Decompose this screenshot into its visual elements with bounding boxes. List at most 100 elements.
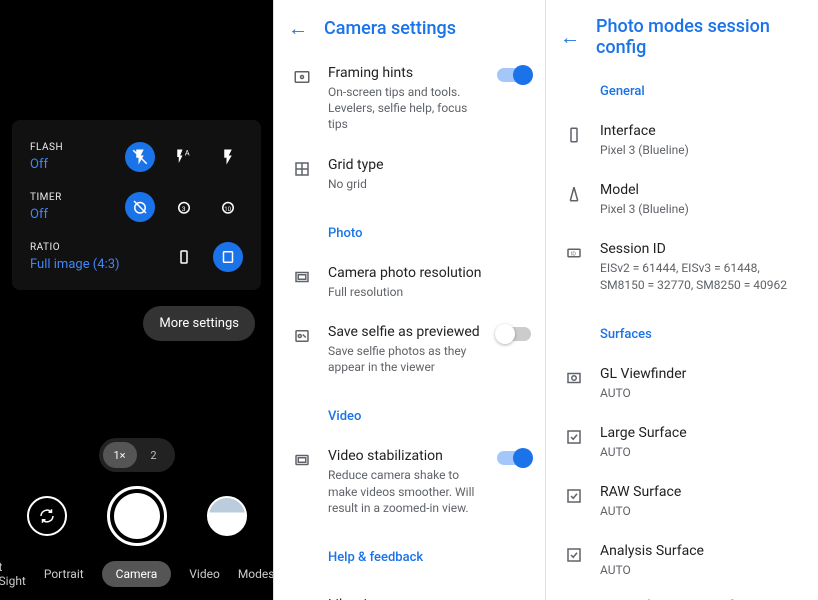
section-video: Video <box>274 395 545 436</box>
mode-modes[interactable]: Modes <box>238 567 275 581</box>
stab-sub: Reduce camera shake to make videos smoot… <box>328 467 481 516</box>
analysis-note: Required for work GL Viewfinder, motion-… <box>546 591 817 600</box>
mode-selector[interactable]: t Sight Portrait Camera Video Modes <box>0 560 274 588</box>
timer-3s-icon[interactable]: 3 <box>169 192 199 222</box>
config-title: Photo modes session config <box>596 16 803 58</box>
viewfinder-icon <box>564 368 584 388</box>
quick-settings-panel: FLASH Off A TIMER Off 3 10 RATIO <box>12 120 261 290</box>
grid-sub: No grid <box>328 176 531 192</box>
svg-text:ID: ID <box>571 252 576 258</box>
resolution-title: Camera photo resolution <box>328 265 531 281</box>
ratio-label: RATIO <box>30 242 120 253</box>
framing-hints-item[interactable]: Framing hints On-screen tips and tools. … <box>274 53 545 145</box>
mode-camera[interactable]: Camera <box>102 561 172 587</box>
camera-settings-panel: ← Camera settings Framing hints On-scree… <box>273 0 545 600</box>
resolution-sub: Full resolution <box>328 284 531 300</box>
large-sub: AUTO <box>600 444 803 460</box>
framing-toggle[interactable] <box>497 68 531 82</box>
framing-sub: On-screen tips and tools. Levelers, self… <box>328 84 481 133</box>
framing-icon <box>292 67 312 87</box>
shutter-button[interactable] <box>107 486 167 546</box>
flash-value: Off <box>30 157 63 172</box>
section-surfaces: Surfaces <box>546 313 817 354</box>
flash-off-icon[interactable] <box>125 142 155 172</box>
compass-icon <box>564 184 584 204</box>
framing-title: Framing hints <box>328 65 481 81</box>
mode-video[interactable]: Video <box>189 567 220 581</box>
flash-row[interactable]: FLASH Off A <box>30 142 243 172</box>
raw-sub: AUTO <box>600 503 803 519</box>
gl-title: GL Viewfinder <box>600 366 803 382</box>
last-photo-thumbnail[interactable] <box>207 496 247 536</box>
grid-icon <box>292 159 312 179</box>
svg-text:A: A <box>185 149 190 158</box>
stab-toggle[interactable] <box>497 451 531 465</box>
section-photo: Photo <box>274 212 545 253</box>
zoom-1x[interactable]: 1× <box>103 442 137 468</box>
flash-label: FLASH <box>30 142 63 153</box>
checkbox-icon <box>564 427 584 447</box>
more-settings-button[interactable]: More settings <box>143 306 255 341</box>
ratio-value: Full image (4:3) <box>30 257 120 272</box>
session-sub: EISv2 = 61444, EISv3 = 61448, SM8150 = 3… <box>600 260 803 292</box>
selfie-sub: Save selfie photos as they appear in the… <box>328 343 481 375</box>
ratio-tall-icon[interactable] <box>169 242 199 272</box>
interface-sub: Pixel 3 (Blueline) <box>600 142 803 158</box>
ratio-row[interactable]: RATIO Full image (4:3) <box>30 242 243 272</box>
gl-viewfinder-item[interactable]: GL Viewfinder AUTO <box>546 354 817 413</box>
model-sub: Pixel 3 (Blueline) <box>600 201 803 217</box>
section-help[interactable]: Help & feedback <box>274 536 545 577</box>
mode-portrait[interactable]: Portrait <box>44 567 84 581</box>
selfie-item[interactable]: Save selfie as previewed Save selfie pho… <box>274 312 545 387</box>
raw-title: RAW Surface <box>600 484 803 500</box>
grid-title: Grid type <box>328 157 531 173</box>
ratio-43-icon[interactable] <box>213 242 243 272</box>
model-item[interactable]: Model Pixel 3 (Blueline) <box>546 170 817 229</box>
timer-row[interactable]: TIMER Off 3 10 <box>30 192 243 222</box>
flash-on-icon[interactable] <box>213 142 243 172</box>
camera-app: FLASH Off A TIMER Off 3 10 RATIO <box>0 0 273 600</box>
selfie-toggle[interactable] <box>497 327 531 341</box>
session-title: Session ID <box>600 241 803 257</box>
timer-off-icon[interactable] <box>125 192 155 222</box>
back-arrow-icon[interactable]: ← <box>560 25 580 50</box>
analysis-surface-item[interactable]: Analysis Surface AUTO <box>546 531 817 590</box>
selfie-title: Save selfie as previewed <box>328 324 481 340</box>
analysis-title: Analysis Surface <box>600 543 803 559</box>
back-arrow-icon[interactable]: ← <box>288 16 308 41</box>
resolution-icon <box>292 267 312 287</box>
timer-label: TIMER <box>30 192 62 203</box>
flip-camera-button[interactable] <box>27 496 67 536</box>
session-id-item[interactable]: ID Session ID EISv2 = 61444, EISv3 = 614… <box>546 229 817 304</box>
interface-title: Interface <box>600 123 803 139</box>
config-header: ← Photo modes session config <box>546 0 817 70</box>
camera-bottom-bar: 1× 2 t Sight Portrait Camera Video Modes <box>0 438 273 600</box>
stabilization-icon <box>292 450 312 470</box>
settings-header: ← Camera settings <box>274 0 545 53</box>
section-general: General <box>546 70 817 111</box>
resolution-item[interactable]: Camera photo resolution Full resolution <box>274 253 545 312</box>
mode-night-sight[interactable]: t Sight <box>0 560 26 588</box>
raw-surface-item[interactable]: RAW Surface AUTO <box>546 472 817 531</box>
stabilization-item[interactable]: Video stabilization Reduce camera shake … <box>274 436 545 528</box>
selfie-icon <box>292 326 312 346</box>
timer-value: Off <box>30 207 62 222</box>
session-config-panel: ← Photo modes session config General Int… <box>545 0 817 600</box>
model-title: Model <box>600 182 803 198</box>
svg-text:3: 3 <box>182 205 186 213</box>
phone-icon <box>564 125 584 145</box>
grid-type-item[interactable]: Grid type No grid <box>274 145 545 204</box>
large-title: Large Surface <box>600 425 803 441</box>
checkbox-icon <box>564 545 584 565</box>
zoom-2x[interactable]: 2 <box>137 442 171 468</box>
settings-title: Camera settings <box>324 18 456 39</box>
zoom-selector[interactable]: 1× 2 <box>99 438 175 472</box>
flash-auto-icon[interactable]: A <box>169 142 199 172</box>
analysis-sub: AUTO <box>600 562 803 578</box>
timer-10s-icon[interactable]: 10 <box>213 192 243 222</box>
id-icon: ID <box>564 243 584 263</box>
gl-sub: AUTO <box>600 385 803 401</box>
large-surface-item[interactable]: Large Surface AUTO <box>546 413 817 472</box>
interface-item[interactable]: Interface Pixel 3 (Blueline) <box>546 111 817 170</box>
libraries-item[interactable]: LIB Libraries By default from Google. Th… <box>274 585 545 600</box>
